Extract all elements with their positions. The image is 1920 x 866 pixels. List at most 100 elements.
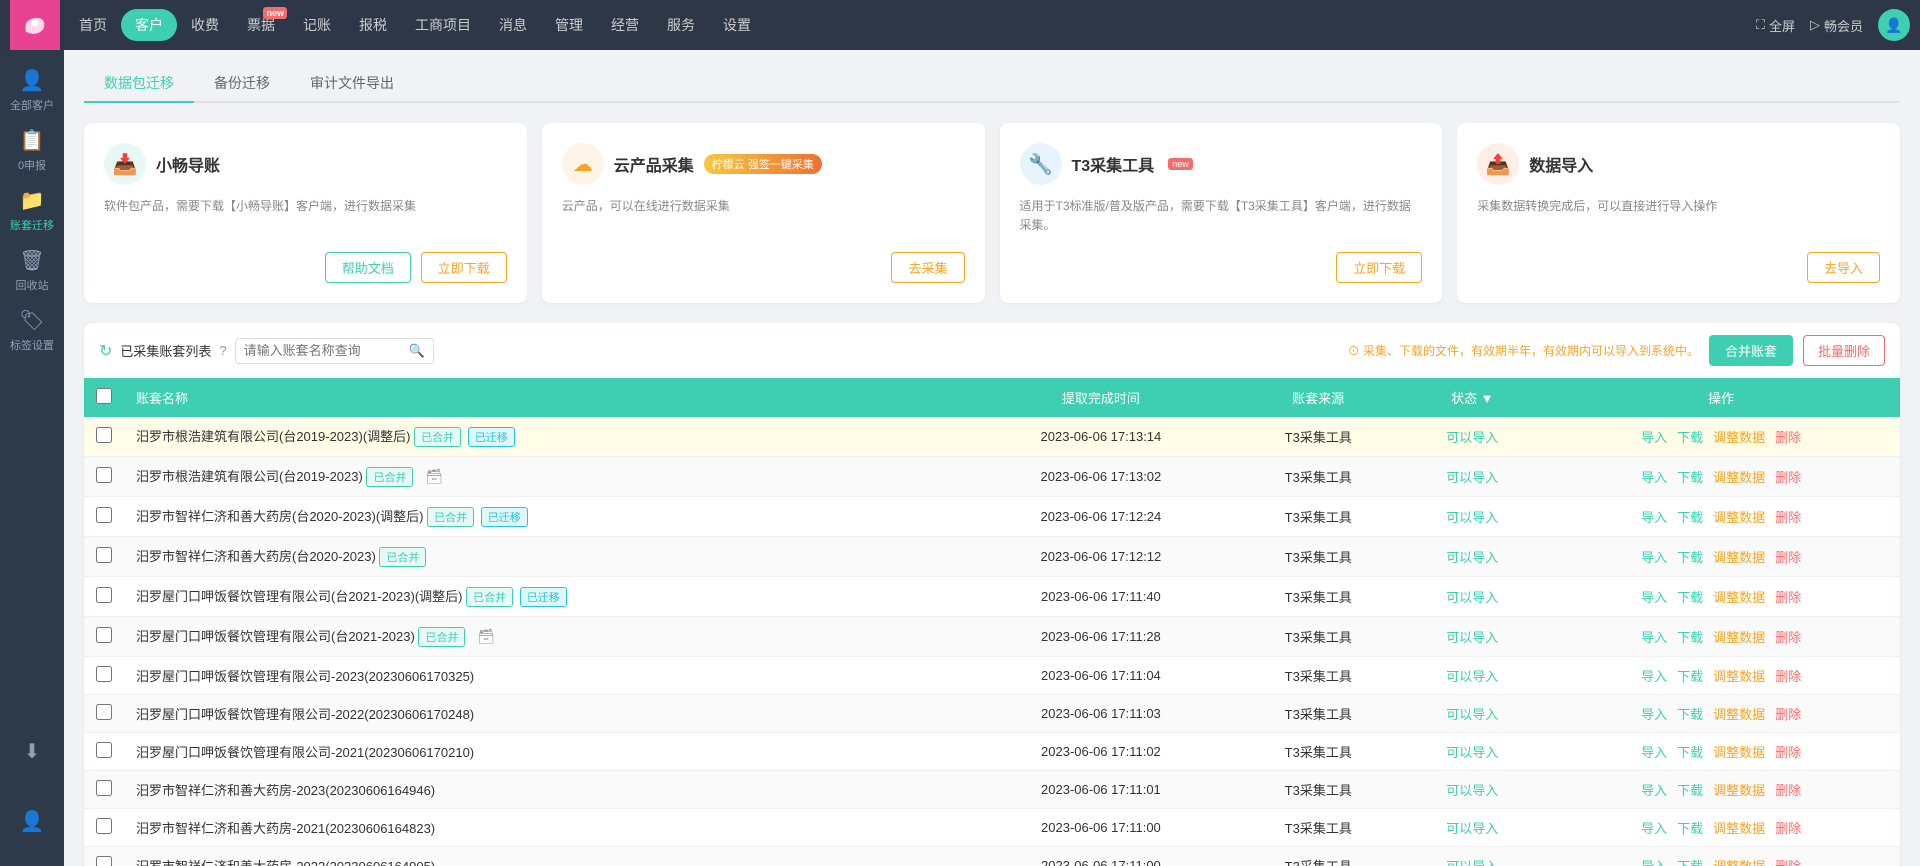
action-下载-3[interactable]: 下载	[1677, 550, 1703, 565]
nav-item-message[interactable]: 消息	[485, 9, 541, 41]
action-导入-6[interactable]: 导入	[1641, 669, 1667, 684]
action-调整数据-6[interactable]: 调整数据	[1713, 669, 1765, 684]
nav-item-service[interactable]: 服务	[653, 9, 709, 41]
action-下载-9[interactable]: 下载	[1677, 783, 1703, 798]
app-logo[interactable]	[10, 0, 60, 50]
action-下载-10[interactable]: 下载	[1677, 821, 1703, 836]
tab-data-migration[interactable]: 数据包迁移	[84, 65, 194, 103]
tab-backup-migration[interactable]: 备份迁移	[194, 65, 290, 103]
nav-item-operation[interactable]: 经营	[597, 9, 653, 41]
tab-audit-export[interactable]: 审计文件导出	[290, 65, 414, 103]
nav-item-home[interactable]: 首页	[65, 9, 121, 41]
row-checkbox-1[interactable]	[96, 467, 112, 483]
action-下载-0[interactable]: 下载	[1677, 430, 1703, 445]
help-doc-button[interactable]: 帮助文档	[325, 252, 411, 283]
nav-item-invoice[interactable]: 票据 new	[233, 9, 289, 41]
action-调整数据-0[interactable]: 调整数据	[1713, 430, 1765, 445]
search-input[interactable]	[244, 343, 404, 358]
action-调整数据-7[interactable]: 调整数据	[1713, 707, 1765, 722]
action-删除-8[interactable]: 删除	[1775, 745, 1801, 760]
action-导入-11[interactable]: 导入	[1641, 859, 1667, 866]
help-icon[interactable]: ?	[219, 343, 226, 358]
action-导入-10[interactable]: 导入	[1641, 821, 1667, 836]
action-删除-3[interactable]: 删除	[1775, 550, 1801, 565]
action-调整数据-10[interactable]: 调整数据	[1713, 821, 1765, 836]
action-下载-5[interactable]: 下载	[1677, 630, 1703, 645]
sidebar-item-account-migration[interactable]: 📁 账套迁移	[0, 180, 64, 240]
member-button[interactable]: ▷ 畅会员	[1810, 16, 1863, 35]
action-下载-4[interactable]: 下载	[1677, 590, 1703, 605]
action-调整数据-3[interactable]: 调整数据	[1713, 550, 1765, 565]
search-icon[interactable]: 🔍	[409, 343, 425, 359]
nav-item-settings[interactable]: 设置	[709, 9, 765, 41]
row-checkbox-5[interactable]	[96, 627, 112, 643]
fullscreen-button[interactable]: ⛶ 全屏	[1756, 16, 1795, 35]
go-collect-button[interactable]: 去采集	[891, 252, 964, 283]
row-checkbox-0[interactable]	[96, 427, 112, 443]
action-下载-7[interactable]: 下载	[1677, 707, 1703, 722]
sidebar-item-tag-settings[interactable]: 🏷 标签设置	[0, 300, 64, 360]
download-now-button-1[interactable]: 立即下载	[421, 252, 507, 283]
action-下载-8[interactable]: 下载	[1677, 745, 1703, 760]
nav-item-accounting[interactable]: 记账	[289, 9, 345, 41]
row-checkbox-2[interactable]	[96, 507, 112, 523]
action-导入-0[interactable]: 导入	[1641, 430, 1667, 445]
nav-item-tax[interactable]: 报税	[345, 9, 401, 41]
go-import-button[interactable]: 去导入	[1807, 252, 1880, 283]
action-删除-10[interactable]: 删除	[1775, 821, 1801, 836]
action-删除-7[interactable]: 删除	[1775, 707, 1801, 722]
select-all-checkbox[interactable]	[96, 388, 112, 404]
merge-account-button[interactable]: 合并账套	[1709, 335, 1793, 366]
action-删除-5[interactable]: 删除	[1775, 630, 1801, 645]
action-删除-6[interactable]: 删除	[1775, 669, 1801, 684]
download-now-button-3[interactable]: 立即下载	[1336, 252, 1422, 283]
action-导入-7[interactable]: 导入	[1641, 707, 1667, 722]
action-导入-4[interactable]: 导入	[1641, 590, 1667, 605]
action-删除-1[interactable]: 删除	[1775, 470, 1801, 485]
action-下载-1[interactable]: 下载	[1677, 470, 1703, 485]
sidebar-item-recycle[interactable]: 🗑 回收站	[0, 240, 64, 300]
nav-item-customer[interactable]: 客户	[121, 9, 177, 41]
nav-item-manage[interactable]: 管理	[541, 9, 597, 41]
action-调整数据-4[interactable]: 调整数据	[1713, 590, 1765, 605]
row-checkbox-7[interactable]	[96, 704, 112, 720]
action-下载-11[interactable]: 下载	[1677, 859, 1703, 866]
action-导入-2[interactable]: 导入	[1641, 510, 1667, 525]
action-删除-4[interactable]: 删除	[1775, 590, 1801, 605]
action-导入-1[interactable]: 导入	[1641, 470, 1667, 485]
sidebar-item-all-customers[interactable]: 👤 全部客户	[0, 60, 64, 120]
action-调整数据-8[interactable]: 调整数据	[1713, 745, 1765, 760]
row-checkbox-8[interactable]	[96, 742, 112, 758]
file-icon-1[interactable]: 🗃	[425, 468, 443, 484]
file-icon-5[interactable]: 🗃	[477, 628, 495, 644]
nav-item-business[interactable]: 工商项目	[401, 9, 485, 41]
batch-delete-button[interactable]: 批量删除	[1803, 335, 1885, 366]
action-删除-2[interactable]: 删除	[1775, 510, 1801, 525]
action-调整数据-11[interactable]: 调整数据	[1713, 859, 1765, 866]
sidebar-item-download[interactable]: ⬇	[0, 721, 64, 781]
sidebar-item-user[interactable]: 👤	[0, 791, 64, 851]
action-删除-0[interactable]: 删除	[1775, 430, 1801, 445]
row-checkbox-4[interactable]	[96, 587, 112, 603]
action-调整数据-2[interactable]: 调整数据	[1713, 510, 1765, 525]
action-删除-11[interactable]: 删除	[1775, 859, 1801, 866]
action-导入-3[interactable]: 导入	[1641, 550, 1667, 565]
action-导入-9[interactable]: 导入	[1641, 783, 1667, 798]
action-导入-5[interactable]: 导入	[1641, 630, 1667, 645]
sidebar-item-declare[interactable]: 📋 0申报	[0, 120, 64, 180]
action-下载-2[interactable]: 下载	[1677, 510, 1703, 525]
nav-item-billing[interactable]: 收费	[177, 9, 233, 41]
row-checkbox-10[interactable]	[96, 818, 112, 834]
row-checkbox-3[interactable]	[96, 547, 112, 563]
action-调整数据-5[interactable]: 调整数据	[1713, 630, 1765, 645]
row-checkbox-9[interactable]	[96, 780, 112, 796]
action-调整数据-9[interactable]: 调整数据	[1713, 783, 1765, 798]
user-avatar[interactable]: 👤	[1878, 9, 1910, 41]
row-checkbox-11[interactable]	[96, 856, 112, 866]
refresh-icon[interactable]: ↻	[99, 341, 112, 361]
action-调整数据-1[interactable]: 调整数据	[1713, 470, 1765, 485]
action-下载-6[interactable]: 下载	[1677, 669, 1703, 684]
row-checkbox-6[interactable]	[96, 666, 112, 682]
action-导入-8[interactable]: 导入	[1641, 745, 1667, 760]
action-删除-9[interactable]: 删除	[1775, 783, 1801, 798]
